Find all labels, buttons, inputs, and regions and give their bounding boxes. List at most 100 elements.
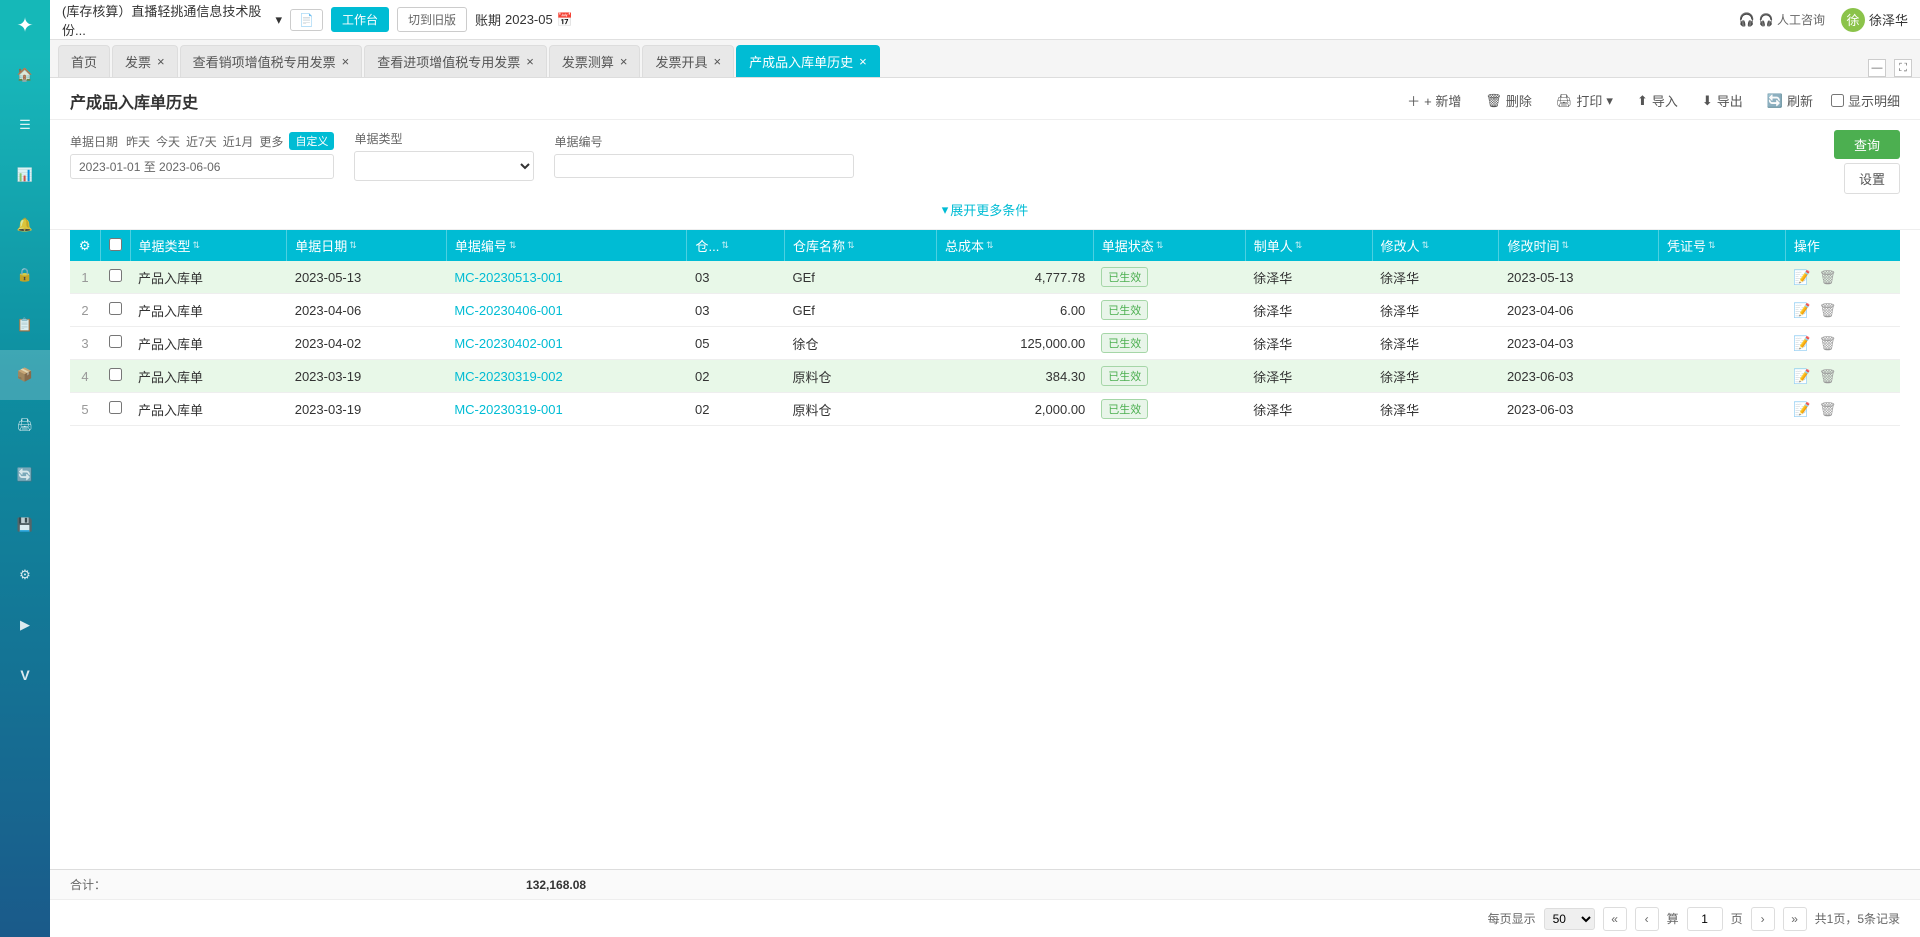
tab-product-warehouse-history-close[interactable]: × — [859, 54, 867, 69]
row-checkbox-2[interactable] — [100, 327, 130, 360]
first-page-button[interactable]: « — [1603, 907, 1627, 931]
shortcut-7days[interactable]: 近7天 — [186, 133, 217, 150]
row-checkbox-0[interactable] — [100, 261, 130, 294]
row-edit-4[interactable]: 📝 — [1793, 401, 1810, 418]
th-type[interactable]: 单据类型⇅ — [130, 230, 287, 261]
tab-sale-vat[interactable]: 查看销项增值税专用发票 × — [180, 45, 363, 77]
work-station-button[interactable]: 工作台 — [331, 7, 389, 32]
sidebar-item-save[interactable]: 💾 — [0, 500, 50, 550]
sidebar-item-settings[interactable]: ⚙ — [0, 550, 50, 600]
number-filter-input[interactable] — [554, 154, 854, 178]
row-delete-2[interactable]: 🗑 — [1819, 335, 1837, 352]
row-number-0[interactable]: MC-20230513-001 — [446, 261, 687, 294]
th-warehouse-code[interactable]: 仓...⇅ — [687, 230, 784, 261]
row-edit-0[interactable]: 📝 — [1793, 269, 1810, 286]
th-voucher[interactable]: 凭证号⇅ — [1659, 230, 1786, 261]
row-checkbox-4[interactable] — [100, 393, 130, 426]
shortcut-yesterday[interactable]: 昨天 — [126, 133, 150, 150]
company-selector[interactable]: (库存核算）直播轻挑通信息技术股份... ▾ — [62, 1, 282, 39]
user-menu[interactable]: 徐 徐泽华 — [1841, 8, 1908, 32]
prev-page-button[interactable]: ‹ — [1635, 907, 1659, 931]
th-settings[interactable]: ⚙ — [70, 230, 100, 261]
show-detail-toggle[interactable]: 显示明细 — [1831, 91, 1900, 110]
delete-button[interactable]: 🗑 删除 — [1479, 88, 1538, 113]
switch-version-button[interactable]: 切到旧版 — [397, 7, 467, 32]
row-edit-2[interactable]: 📝 — [1793, 335, 1810, 352]
th-number[interactable]: 单据编号⇅ — [446, 230, 687, 261]
row-edit-1[interactable]: 📝 — [1793, 302, 1810, 319]
th-modifier[interactable]: 修改人⇅ — [1372, 230, 1499, 261]
shortcut-1month[interactable]: 近1月 — [223, 133, 254, 150]
select-all-checkbox[interactable] — [109, 238, 122, 251]
row-number-2[interactable]: MC-20230402-001 — [446, 327, 687, 360]
row-check-4[interactable] — [109, 401, 122, 414]
row-delete-3[interactable]: 🗑 — [1819, 368, 1837, 385]
tab-invoice-calc-close[interactable]: × — [620, 54, 628, 69]
row-check-1[interactable] — [109, 302, 122, 315]
next-page-button[interactable]: › — [1751, 907, 1775, 931]
th-total-cost[interactable]: 总成本⇅ — [936, 230, 1093, 261]
last-page-button[interactable]: » — [1783, 907, 1807, 931]
row-delete-4[interactable]: 🗑 — [1819, 401, 1837, 418]
minimize-button[interactable]: — — [1868, 59, 1886, 77]
row-edit-3[interactable]: 📝 — [1793, 368, 1810, 385]
new-button[interactable]: ＋ + 新增 — [1401, 88, 1467, 113]
sidebar-item-chart[interactable]: 📊 — [0, 150, 50, 200]
tab-home[interactable]: 首页 — [58, 45, 110, 77]
query-button[interactable]: 查询 — [1834, 130, 1900, 159]
tab-invoice-open-close[interactable]: × — [713, 54, 721, 69]
show-detail-checkbox[interactable] — [1831, 94, 1844, 107]
date-range-display[interactable]: 2023-01-01 至 2023-06-06 — [70, 154, 334, 179]
tab-sale-vat-close[interactable]: × — [342, 54, 350, 69]
export-button[interactable]: ⬇ 导出 — [1696, 88, 1749, 113]
row-checkbox-3[interactable] — [100, 360, 130, 393]
tab-invoice[interactable]: 发票 × — [112, 45, 178, 77]
row-delete-0[interactable]: 🗑 — [1819, 269, 1837, 286]
tab-invoice-open[interactable]: 发票开具 × — [642, 45, 734, 77]
sidebar-item-doc[interactable]: 📋 — [0, 300, 50, 350]
calendar-icon[interactable]: 📅 — [557, 12, 573, 28]
th-warehouse-name[interactable]: 仓库名称⇅ — [784, 230, 936, 261]
th-status[interactable]: 单据状态⇅ — [1093, 230, 1245, 261]
refresh-button[interactable]: 🔄 刷新 — [1761, 88, 1819, 113]
page-number-input[interactable] — [1687, 907, 1723, 931]
th-checkbox[interactable] — [100, 230, 130, 261]
row-check-0[interactable] — [109, 269, 122, 282]
sidebar-item-lock[interactable]: 🔒 — [0, 250, 50, 300]
maximize-button[interactable]: ⛶ — [1894, 59, 1912, 77]
row-number-1[interactable]: MC-20230406-001 — [446, 294, 687, 327]
per-page-select[interactable]: 10 20 50 100 — [1544, 908, 1595, 930]
type-filter-select[interactable] — [354, 151, 534, 181]
row-number-3[interactable]: MC-20230319-002 — [446, 360, 687, 393]
tab-product-warehouse-history[interactable]: 产成品入库单历史 × — [736, 45, 880, 77]
th-creator[interactable]: 制单人⇅ — [1245, 230, 1372, 261]
th-date[interactable]: 单据日期⇅ — [287, 230, 447, 261]
sidebar-item-home[interactable]: 🏠 — [0, 50, 50, 100]
sidebar-item-more[interactable]: V — [0, 650, 50, 700]
row-check-3[interactable] — [109, 368, 122, 381]
sidebar-item-inventory[interactable]: 📦 — [0, 350, 50, 400]
th-modify-time[interactable]: 修改时间⇅ — [1499, 230, 1659, 261]
tab-purchase-vat[interactable]: 查看进项增值税专用发票 × — [364, 45, 547, 77]
copy-button[interactable]: 📄 — [290, 9, 323, 31]
import-button[interactable]: ⬆ 导入 — [1631, 88, 1684, 113]
row-number-4[interactable]: MC-20230319-001 — [446, 393, 687, 426]
sidebar-item-print[interactable]: 🖨 — [0, 400, 50, 450]
sidebar-item-menu[interactable]: ☰ — [0, 100, 50, 150]
print-button[interactable]: 🖨 打印 ▾ — [1550, 88, 1619, 113]
expand-filter-button[interactable]: ▾ 展开更多条件 — [942, 200, 1029, 219]
row-checkbox-1[interactable] — [100, 294, 130, 327]
tab-invoice-close[interactable]: × — [157, 54, 165, 69]
row-delete-1[interactable]: 🗑 — [1819, 302, 1837, 319]
customer-service[interactable]: 🎧 🎧 人工咨询 — [1739, 11, 1825, 28]
tab-invoice-calc[interactable]: 发票测算 × — [549, 45, 641, 77]
set-button[interactable]: 设置 — [1844, 163, 1900, 194]
tab-purchase-vat-close[interactable]: × — [526, 54, 534, 69]
shortcut-custom[interactable]: 自定义 — [289, 132, 334, 150]
sidebar-item-play[interactable]: ▶ — [0, 600, 50, 650]
sidebar-item-sync[interactable]: 🔄 — [0, 450, 50, 500]
shortcut-more[interactable]: 更多 — [259, 133, 283, 150]
shortcut-today[interactable]: 今天 — [156, 133, 180, 150]
sidebar-item-bell[interactable]: 🔔 — [0, 200, 50, 250]
row-check-2[interactable] — [109, 335, 122, 348]
